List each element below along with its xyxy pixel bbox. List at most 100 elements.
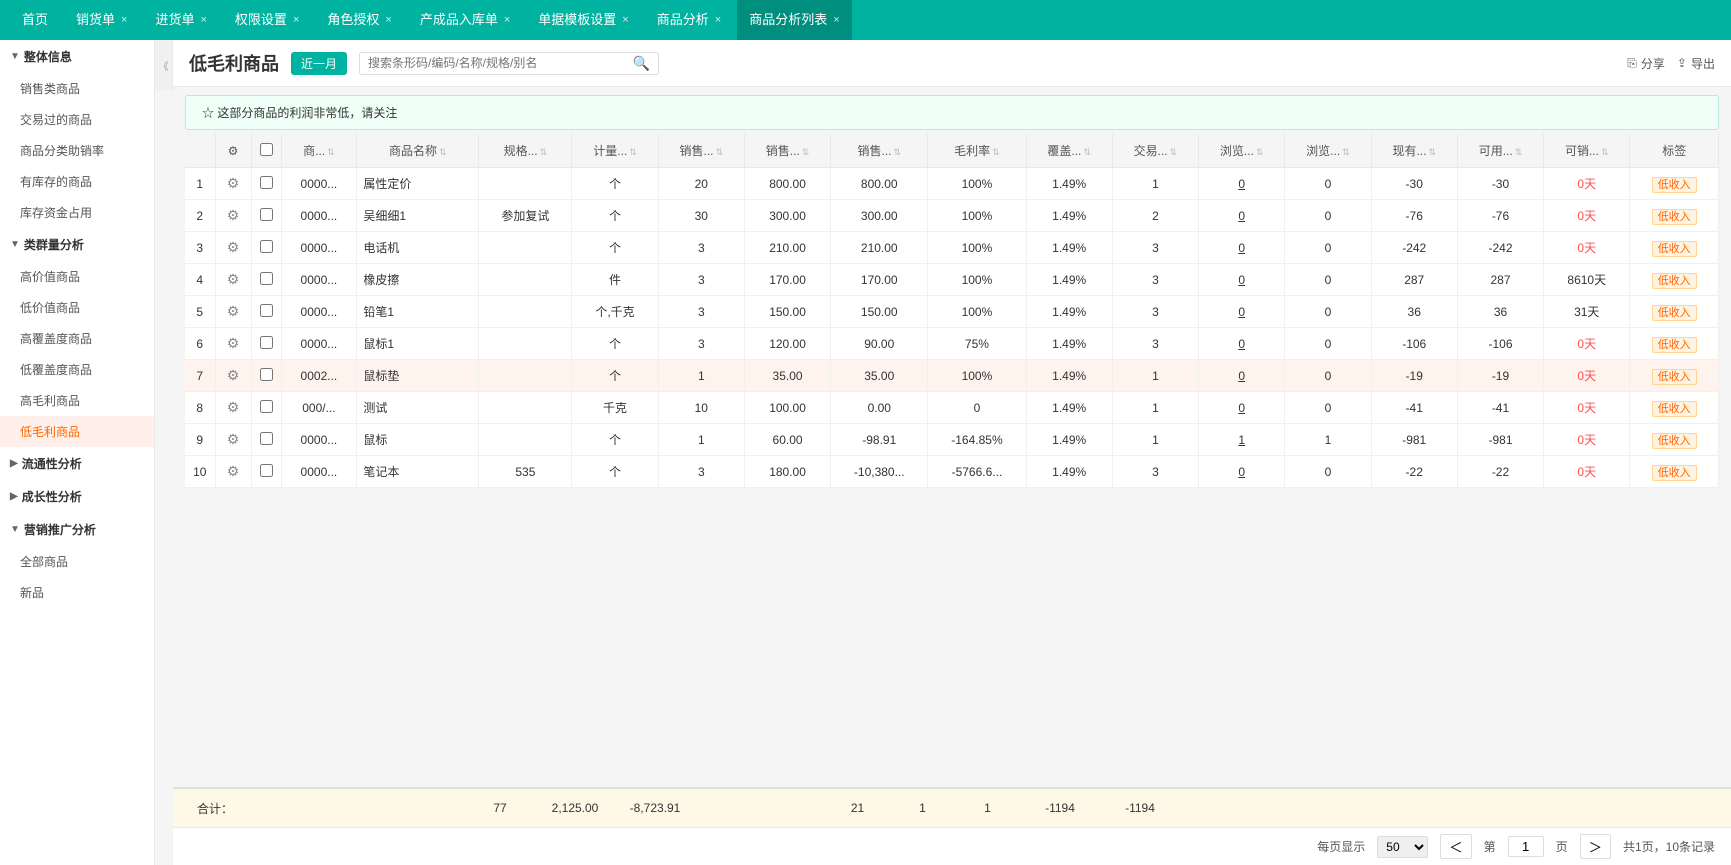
- sidebar-section-cluster[interactable]: ▼ 类群量分析: [0, 228, 154, 261]
- nav-home[interactable]: 首页: [10, 0, 60, 40]
- row-name-9[interactable]: 笔记本: [357, 456, 479, 488]
- share-button[interactable]: ⎘ 分享: [1627, 55, 1665, 72]
- page-number-input[interactable]: [1508, 836, 1544, 857]
- nav-purchase-order[interactable]: 进货单 ×: [143, 0, 218, 40]
- row-view1-4[interactable]: 0: [1199, 296, 1285, 328]
- checkbox-header[interactable]: [251, 134, 281, 168]
- col-sales-amount[interactable]: 销售...⇅: [831, 134, 928, 168]
- row-checkbox-3[interactable]: [251, 264, 281, 296]
- row-checkbox-7[interactable]: [251, 392, 281, 424]
- col-unit[interactable]: 计量...⇅: [572, 134, 658, 168]
- col-view1[interactable]: 浏览...⇅: [1199, 134, 1285, 168]
- row-name-2[interactable]: 电话机: [357, 232, 479, 264]
- sidebar-section-growth[interactable]: ▶ 成长性分析: [0, 480, 154, 513]
- gear-header[interactable]: ⚙: [215, 134, 251, 168]
- close-analysis-list-icon[interactable]: ×: [833, 0, 839, 40]
- export-button[interactable]: ⇪ 导出: [1677, 55, 1715, 72]
- sidebar-item-high-value[interactable]: 高价值商品: [0, 261, 154, 292]
- row-view1-5[interactable]: 0: [1199, 328, 1285, 360]
- row-view1-7[interactable]: 0: [1199, 392, 1285, 424]
- row-name-0[interactable]: 属性定价: [357, 168, 479, 200]
- row-name-6[interactable]: 鼠标垫: [357, 360, 479, 392]
- row-gear-8[interactable]: ⚙: [215, 424, 251, 456]
- row-gear-4[interactable]: ⚙: [215, 296, 251, 328]
- row-view1-1[interactable]: 0: [1199, 200, 1285, 232]
- sidebar-item-low-margin[interactable]: 低毛利商品: [0, 416, 154, 447]
- col-sellable[interactable]: 可销...⇅: [1544, 134, 1630, 168]
- sidebar-item-low-value[interactable]: 低价值商品: [0, 292, 154, 323]
- row-view1-3[interactable]: 0: [1199, 264, 1285, 296]
- row-select-checkbox-8[interactable]: [260, 432, 273, 445]
- row-gear-6[interactable]: ⚙: [215, 360, 251, 392]
- row-gear-3[interactable]: ⚙: [215, 264, 251, 296]
- col-sales-qty[interactable]: 销售...⇅: [658, 134, 744, 168]
- row-checkbox-8[interactable]: [251, 424, 281, 456]
- sidebar-item-in-stock[interactable]: 有库存的商品: [0, 166, 154, 197]
- sidebar-item-stock-capital[interactable]: 库存资金占用: [0, 197, 154, 228]
- row-name-3[interactable]: 橡皮擦: [357, 264, 479, 296]
- row-name-1[interactable]: 吴细细1: [357, 200, 479, 232]
- col-gross-margin[interactable]: 毛利率⇅: [928, 134, 1026, 168]
- close-sales-order-icon[interactable]: ×: [121, 0, 127, 40]
- sidebar-item-high-margin[interactable]: 高毛利商品: [0, 385, 154, 416]
- row-view1-0[interactable]: 0: [1199, 168, 1285, 200]
- row-checkbox-0[interactable]: [251, 168, 281, 200]
- col-name[interactable]: 商品名称⇅: [357, 134, 479, 168]
- row-view1-8[interactable]: 1: [1199, 424, 1285, 456]
- page-size-select[interactable]: 50 20 100: [1377, 836, 1428, 858]
- col-view2[interactable]: 浏览...⇅: [1285, 134, 1371, 168]
- sidebar-collapse-button[interactable]: 《: [155, 40, 173, 90]
- row-checkbox-6[interactable]: [251, 360, 281, 392]
- row-checkbox-5[interactable]: [251, 328, 281, 360]
- prev-page-button[interactable]: ＜: [1440, 834, 1471, 859]
- col-sales-price[interactable]: 销售...⇅: [744, 134, 830, 168]
- close-role-auth-icon[interactable]: ×: [385, 0, 391, 40]
- row-gear-9[interactable]: ⚙: [215, 456, 251, 488]
- row-select-checkbox-7[interactable]: [260, 400, 273, 413]
- col-current-stock[interactable]: 现有...⇅: [1371, 134, 1457, 168]
- row-gear-7[interactable]: ⚙: [215, 392, 251, 424]
- date-filter-button[interactable]: 近一月: [291, 52, 347, 75]
- sidebar-section-circulation[interactable]: ▶ 流通性分析: [0, 447, 154, 480]
- row-gear-1[interactable]: ⚙: [215, 200, 251, 232]
- nav-role-auth[interactable]: 角色授权 ×: [315, 0, 403, 40]
- row-select-checkbox-6[interactable]: [260, 368, 273, 381]
- row-gear-2[interactable]: ⚙: [215, 232, 251, 264]
- row-checkbox-4[interactable]: [251, 296, 281, 328]
- row-name-5[interactable]: 鼠标1: [357, 328, 479, 360]
- close-template-icon[interactable]: ×: [622, 0, 628, 40]
- nav-sales-order[interactable]: 销货单 ×: [64, 0, 139, 40]
- row-view1-6[interactable]: 0: [1199, 360, 1285, 392]
- sidebar-item-category-sales-rate[interactable]: 商品分类助销率: [0, 135, 154, 166]
- nav-permissions[interactable]: 权限设置 ×: [223, 0, 311, 40]
- row-select-checkbox-5[interactable]: [260, 336, 273, 349]
- nav-template-settings[interactable]: 单据模板设置 ×: [526, 0, 640, 40]
- row-gear-0[interactable]: ⚙: [215, 168, 251, 200]
- row-checkbox-1[interactable]: [251, 200, 281, 232]
- row-view1-2[interactable]: 0: [1199, 232, 1285, 264]
- col-spec[interactable]: 规格...⇅: [479, 134, 572, 168]
- row-gear-5[interactable]: ⚙: [215, 328, 251, 360]
- sidebar-item-traded-products[interactable]: 交易过的商品: [0, 104, 154, 135]
- close-product-entry-icon[interactable]: ×: [504, 0, 510, 40]
- row-select-checkbox-2[interactable]: [260, 240, 273, 253]
- row-view1-9[interactable]: 0: [1199, 456, 1285, 488]
- row-select-checkbox-1[interactable]: [260, 208, 273, 221]
- col-available[interactable]: 可用...⇅: [1457, 134, 1543, 168]
- sidebar-item-all-products[interactable]: 全部商品: [0, 546, 154, 577]
- row-checkbox-2[interactable]: [251, 232, 281, 264]
- row-select-checkbox-4[interactable]: [260, 304, 273, 317]
- col-trade[interactable]: 交易...⇅: [1112, 134, 1198, 168]
- row-checkbox-9[interactable]: [251, 456, 281, 488]
- row-select-checkbox-9[interactable]: [260, 464, 273, 477]
- row-name-7[interactable]: 测试: [357, 392, 479, 424]
- nav-product-entry[interactable]: 产成品入库单 ×: [408, 0, 522, 40]
- sidebar-section-marketing[interactable]: ▼ 营销推广分析: [0, 513, 154, 546]
- col-code[interactable]: 商...⇅: [281, 134, 357, 168]
- select-all-checkbox[interactable]: [260, 143, 273, 156]
- sidebar-item-low-coverage[interactable]: 低覆盖度商品: [0, 354, 154, 385]
- next-page-button[interactable]: ＞: [1580, 834, 1611, 859]
- row-name-4[interactable]: 铅笔1: [357, 296, 479, 328]
- sidebar-item-sales-products[interactable]: 销售类商品: [0, 73, 154, 104]
- nav-product-analysis[interactable]: 商品分析 ×: [645, 0, 733, 40]
